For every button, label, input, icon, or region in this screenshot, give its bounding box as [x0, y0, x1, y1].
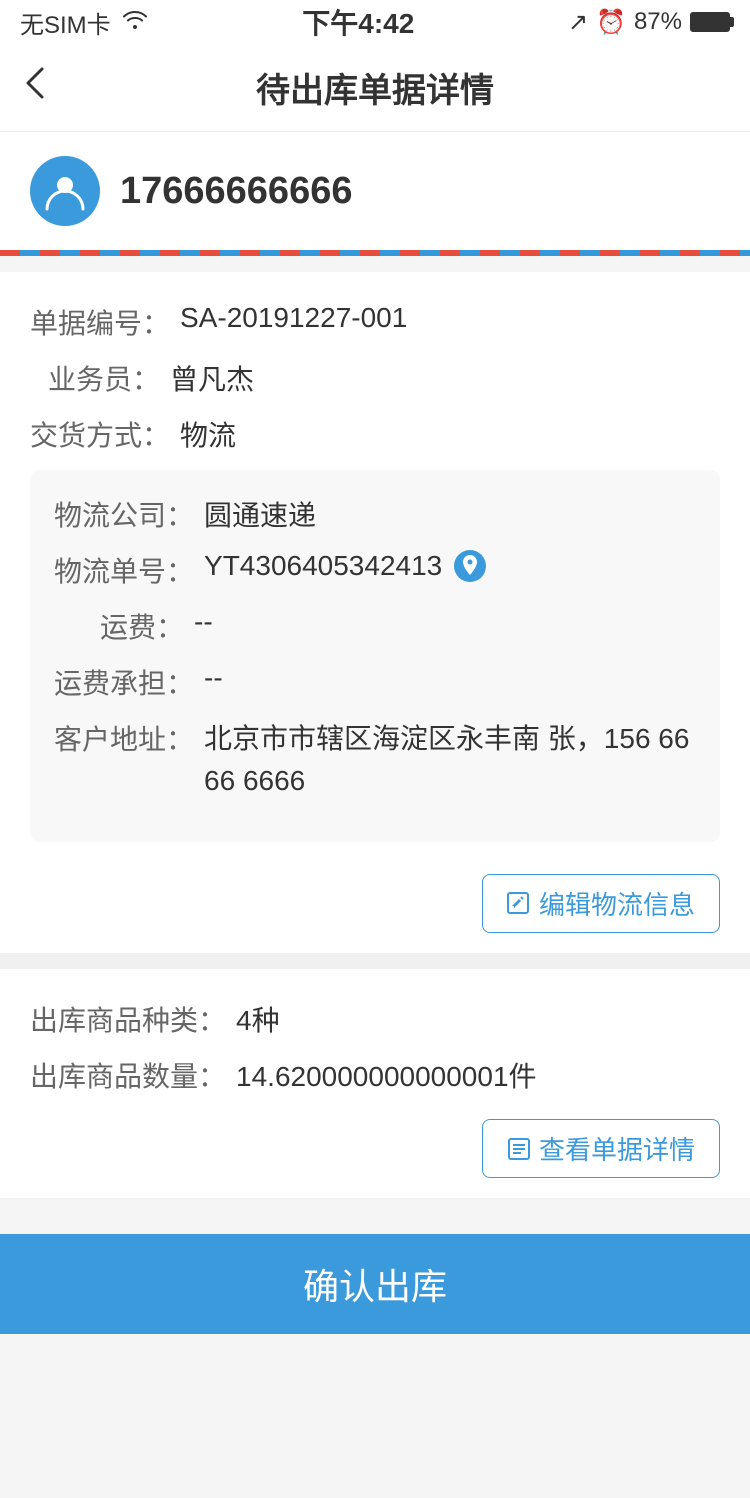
back-button[interactable]	[20, 61, 48, 114]
battery-label: 87%	[634, 8, 682, 36]
edit-logistics-button[interactable]: 编辑物流信息	[482, 874, 720, 933]
delivery-label: 交货方式：	[30, 414, 170, 454]
map-location-icon[interactable]	[454, 550, 486, 582]
goods-type-label: 出库商品种类：	[30, 999, 226, 1039]
logistics-company-row: 物流公司： 圆通速递	[54, 494, 696, 534]
user-phone: 17666666666	[120, 170, 352, 213]
logistics-company-label: 物流公司：	[54, 494, 194, 534]
location-status-icon: ↗	[568, 8, 588, 37]
tracking-row: 物流单号： YT4306405342413	[54, 550, 696, 590]
tracking-label: 物流单号：	[54, 550, 194, 590]
status-right: ↗ ⏰ 87%	[568, 8, 730, 37]
order-no-label: 单据编号：	[30, 302, 170, 342]
view-detail-btn-wrap: 查看单据详情	[30, 1111, 720, 1178]
status-bar: 无SIM卡 下午4:42 ↗ ⏰ 87%	[0, 0, 750, 44]
salesman-label: 业务员：	[30, 358, 160, 398]
nav-bar: 待出库单据详情	[0, 44, 750, 132]
freight-row: 运费： --	[54, 606, 696, 646]
goods-quantity-row: 出库商品数量： 14.620000000000001件	[30, 1055, 720, 1095]
bottom-bar: 确认出库	[0, 1234, 750, 1334]
freight-bear-label: 运费承担：	[54, 662, 194, 702]
view-detail-button[interactable]: 查看单据详情	[482, 1119, 720, 1178]
goods-type-value: 4种	[236, 999, 280, 1039]
freight-bear-row: 运费承担： --	[54, 662, 696, 702]
salesman-row: 业务员： 曾凡杰	[30, 358, 720, 398]
salesman-value: 曾凡杰	[170, 358, 720, 398]
address-row: 客户地址： 北京市市辖区海淀区永丰南 张，156 6666 6666	[54, 718, 696, 802]
tracking-value: YT4306405342413	[204, 550, 696, 582]
goods-quantity-label: 出库商品数量：	[30, 1055, 226, 1095]
freight-value: --	[194, 606, 696, 638]
address-label: 客户地址：	[54, 718, 194, 758]
freight-bear-value: --	[204, 662, 696, 694]
battery-icon	[690, 12, 730, 32]
basic-info-section: 单据编号： SA-20191227-001 业务员： 曾凡杰 交货方式： 物流 …	[0, 272, 750, 953]
carrier-label: 无SIM卡	[20, 5, 111, 40]
avatar	[30, 156, 100, 226]
logistics-card: 物流公司： 圆通速递 物流单号： YT4306405342413 运费： --	[30, 470, 720, 842]
time-label: 下午4:42	[302, 2, 414, 42]
address-value: 北京市市辖区海淀区永丰南 张，156 6666 6666	[204, 718, 696, 802]
section-divider	[0, 953, 750, 969]
delivery-value: 物流	[180, 414, 720, 454]
goods-section: 出库商品种类： 4种 出库商品数量： 14.620000000000001件 查…	[0, 969, 750, 1198]
edit-btn-wrap: 编辑物流信息	[30, 858, 720, 933]
dashed-divider	[0, 250, 750, 256]
edit-icon	[507, 892, 531, 916]
goods-type-row: 出库商品种类： 4种	[30, 999, 720, 1039]
confirm-outbound-button[interactable]: 确认出库	[303, 1258, 447, 1310]
delivery-row: 交货方式： 物流	[30, 414, 720, 454]
alarm-icon: ⏰	[596, 8, 626, 37]
order-no-row: 单据编号： SA-20191227-001	[30, 302, 720, 342]
user-section: 17666666666	[0, 132, 750, 250]
logistics-company-value: 圆通速递	[204, 494, 696, 534]
status-left: 无SIM卡	[20, 5, 149, 40]
goods-quantity-value: 14.620000000000001件	[236, 1055, 537, 1095]
freight-label: 运费：	[54, 606, 184, 646]
document-icon	[507, 1137, 531, 1161]
order-no-value: SA-20191227-001	[180, 302, 720, 334]
page-title: 待出库单据详情	[256, 63, 494, 112]
wifi-icon	[121, 8, 149, 36]
